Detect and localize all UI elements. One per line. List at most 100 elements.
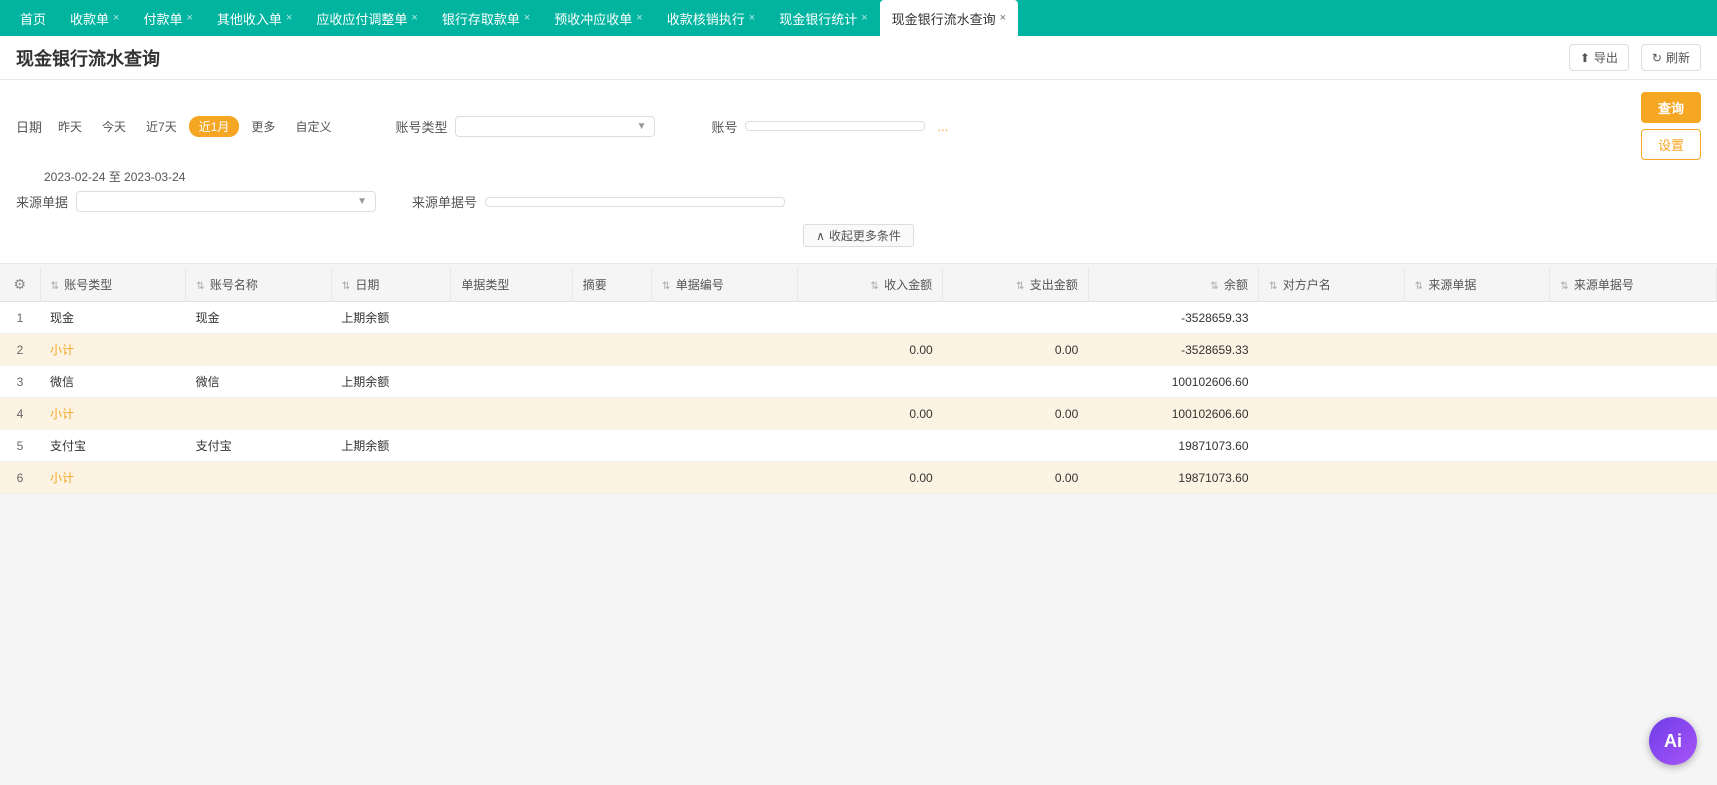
th-balance[interactable]: ⇅ 余额 (1088, 268, 1258, 302)
close-icon-verify[interactable]: × (749, 12, 755, 24)
nav-item-other-income[interactable]: 其他收入单 × (205, 0, 304, 36)
collapse-row: ∧ 收起更多条件 (16, 220, 1701, 255)
table-cell (1404, 430, 1550, 462)
nav-label-adjustment: 应收应付调整单 (316, 9, 407, 28)
table-cell: 0.00 (943, 334, 1089, 366)
query-button[interactable]: 查询 (1641, 92, 1701, 123)
th-income[interactable]: ⇅ 收入金额 (797, 268, 943, 302)
table-cell: 小计 (40, 398, 186, 430)
th-counterparty[interactable]: ⇅ 对方户名 (1259, 268, 1405, 302)
more-dots-button[interactable]: ... (933, 119, 952, 134)
gear-icon[interactable]: ⚙ (13, 276, 26, 292)
collapse-button[interactable]: ∧ 收起更多条件 (803, 224, 914, 247)
table-cell: 上期余额 (331, 430, 451, 462)
close-icon-receipt[interactable]: × (113, 12, 119, 24)
th-doc-type[interactable]: 单据类型 (451, 268, 572, 302)
nav-item-payment[interactable]: 付款单 × (131, 0, 204, 36)
table-cell: 19871073.60 (1088, 430, 1258, 462)
nav-item-receipt[interactable]: 收款单 × (58, 0, 131, 36)
th-account-type[interactable]: ⇅ 账号类型 (40, 268, 186, 302)
account-type-select[interactable]: ▼ (455, 116, 655, 137)
table-cell (572, 462, 651, 494)
nav-item-flow[interactable]: 现金银行流水查询 × (880, 0, 1018, 36)
ai-assistant-button[interactable]: Ai (1649, 717, 1697, 765)
refresh-button[interactable]: ↻ 刷新 (1641, 44, 1701, 71)
table-row[interactable]: 2小计0.000.00-3528659.33 (0, 334, 1717, 366)
table-cell (651, 302, 797, 334)
filter-row-1: 日期 昨天 今天 近7天 近1月 更多 自定义 账号类型 ▼ 账号 .. (16, 92, 1701, 160)
chevron-down-icon: ▼ (637, 121, 647, 132)
table-cell: 微信 (40, 366, 186, 398)
table-cell (451, 366, 572, 398)
account-type-label: 账号类型 (395, 117, 447, 136)
date-opt-yesterday[interactable]: 昨天 (50, 116, 90, 137)
close-icon-other-income[interactable]: × (286, 12, 292, 24)
sort-arrows-source-doc-no: ⇅ (1560, 281, 1568, 292)
date-opt-today[interactable]: 今天 (94, 116, 134, 137)
close-icon-payment[interactable]: × (186, 12, 192, 24)
close-icon-flow[interactable]: × (1000, 12, 1006, 24)
nav-label-prepay: 预收冲应收单 (554, 9, 632, 28)
table-row[interactable]: 1现金现金上期余额-3528659.33 (0, 302, 1717, 334)
close-icon-prepay[interactable]: × (636, 12, 642, 24)
nav-item-bank-deposit[interactable]: 银行存取款单 × (430, 0, 542, 36)
table-cell (1259, 430, 1405, 462)
nav-item-home[interactable]: 首页 (8, 0, 58, 36)
nav-item-adjustment[interactable]: 应收应付调整单 × (304, 0, 429, 36)
close-icon-stats[interactable]: × (861, 12, 867, 24)
sort-arrows-account-type: ⇅ (51, 281, 59, 292)
table-cell (1259, 366, 1405, 398)
table-cell (1550, 366, 1717, 398)
close-icon-adjustment[interactable]: × (411, 12, 417, 24)
sort-arrows-source-doc: ⇅ (1415, 281, 1423, 292)
table-row[interactable]: 5支付宝支付宝上期余额19871073.60 (0, 430, 1717, 462)
date-opt-more[interactable]: 更多 (243, 116, 283, 137)
date-opt-custom[interactable]: 自定义 (287, 116, 339, 137)
col-doc-type: 单据类型 (461, 278, 509, 292)
table-cell: 6 (0, 462, 40, 494)
th-doc-no[interactable]: ⇅ 单据编号 (651, 268, 797, 302)
close-icon-bank-deposit[interactable]: × (524, 12, 530, 24)
th-expense[interactable]: ⇅ 支出金额 (943, 268, 1089, 302)
col-balance: 余额 (1224, 278, 1248, 292)
table-cell (186, 462, 332, 494)
th-account-name[interactable]: ⇅ 账号名称 (186, 268, 332, 302)
th-date[interactable]: ⇅ 日期 (331, 268, 451, 302)
sort-arrows-counterparty: ⇅ (1269, 281, 1277, 292)
table-cell (943, 366, 1089, 398)
account-select[interactable] (745, 121, 925, 131)
table-cell (186, 334, 332, 366)
export-button[interactable]: ⬆ 导出 (1569, 44, 1629, 71)
table-cell: 100102606.60 (1088, 398, 1258, 430)
source-doc-select[interactable]: ▼ (76, 191, 376, 212)
col-source-doc: 来源单据 (1428, 278, 1476, 292)
th-source-doc[interactable]: ⇅ 来源单据 (1404, 268, 1550, 302)
table-row[interactable]: 4小计0.000.00100102606.60 (0, 398, 1717, 430)
nav-item-prepay[interactable]: 预收冲应收单 × (542, 0, 654, 36)
table-cell (651, 398, 797, 430)
th-summary[interactable]: 摘要 (572, 268, 651, 302)
table-cell (1259, 462, 1405, 494)
sort-arrows-account-name: ⇅ (196, 281, 204, 292)
table-cell (331, 462, 451, 494)
nav-item-verify[interactable]: 收款核销执行 × (655, 0, 767, 36)
nav-label-home: 首页 (20, 9, 46, 28)
date-opt-7days[interactable]: 近7天 (138, 116, 185, 137)
table-row[interactable]: 3微信微信上期余额100102606.60 (0, 366, 1717, 398)
date-opt-1month[interactable]: 近1月 (189, 116, 240, 137)
settings-button[interactable]: 设置 (1641, 129, 1701, 160)
source-doc-no-input[interactable] (485, 197, 785, 207)
table-cell: 2 (0, 334, 40, 366)
nav-item-stats[interactable]: 现金银行统计 × (767, 0, 879, 36)
table-cell: 小计 (40, 334, 186, 366)
table-cell (797, 430, 943, 462)
th-gear[interactable]: ⚙ (0, 268, 40, 302)
date-range-text: 2023-02-24 至 2023-03-24 (44, 170, 185, 184)
table-cell (1404, 462, 1550, 494)
th-source-doc-no[interactable]: ⇅ 来源单据号 (1550, 268, 1717, 302)
table-row[interactable]: 6小计0.000.0019871073.60 (0, 462, 1717, 494)
nav-label-receipt: 收款单 (70, 9, 109, 28)
table-cell: 现金 (186, 302, 332, 334)
table-cell: 3 (0, 366, 40, 398)
col-date: 日期 (355, 278, 379, 292)
